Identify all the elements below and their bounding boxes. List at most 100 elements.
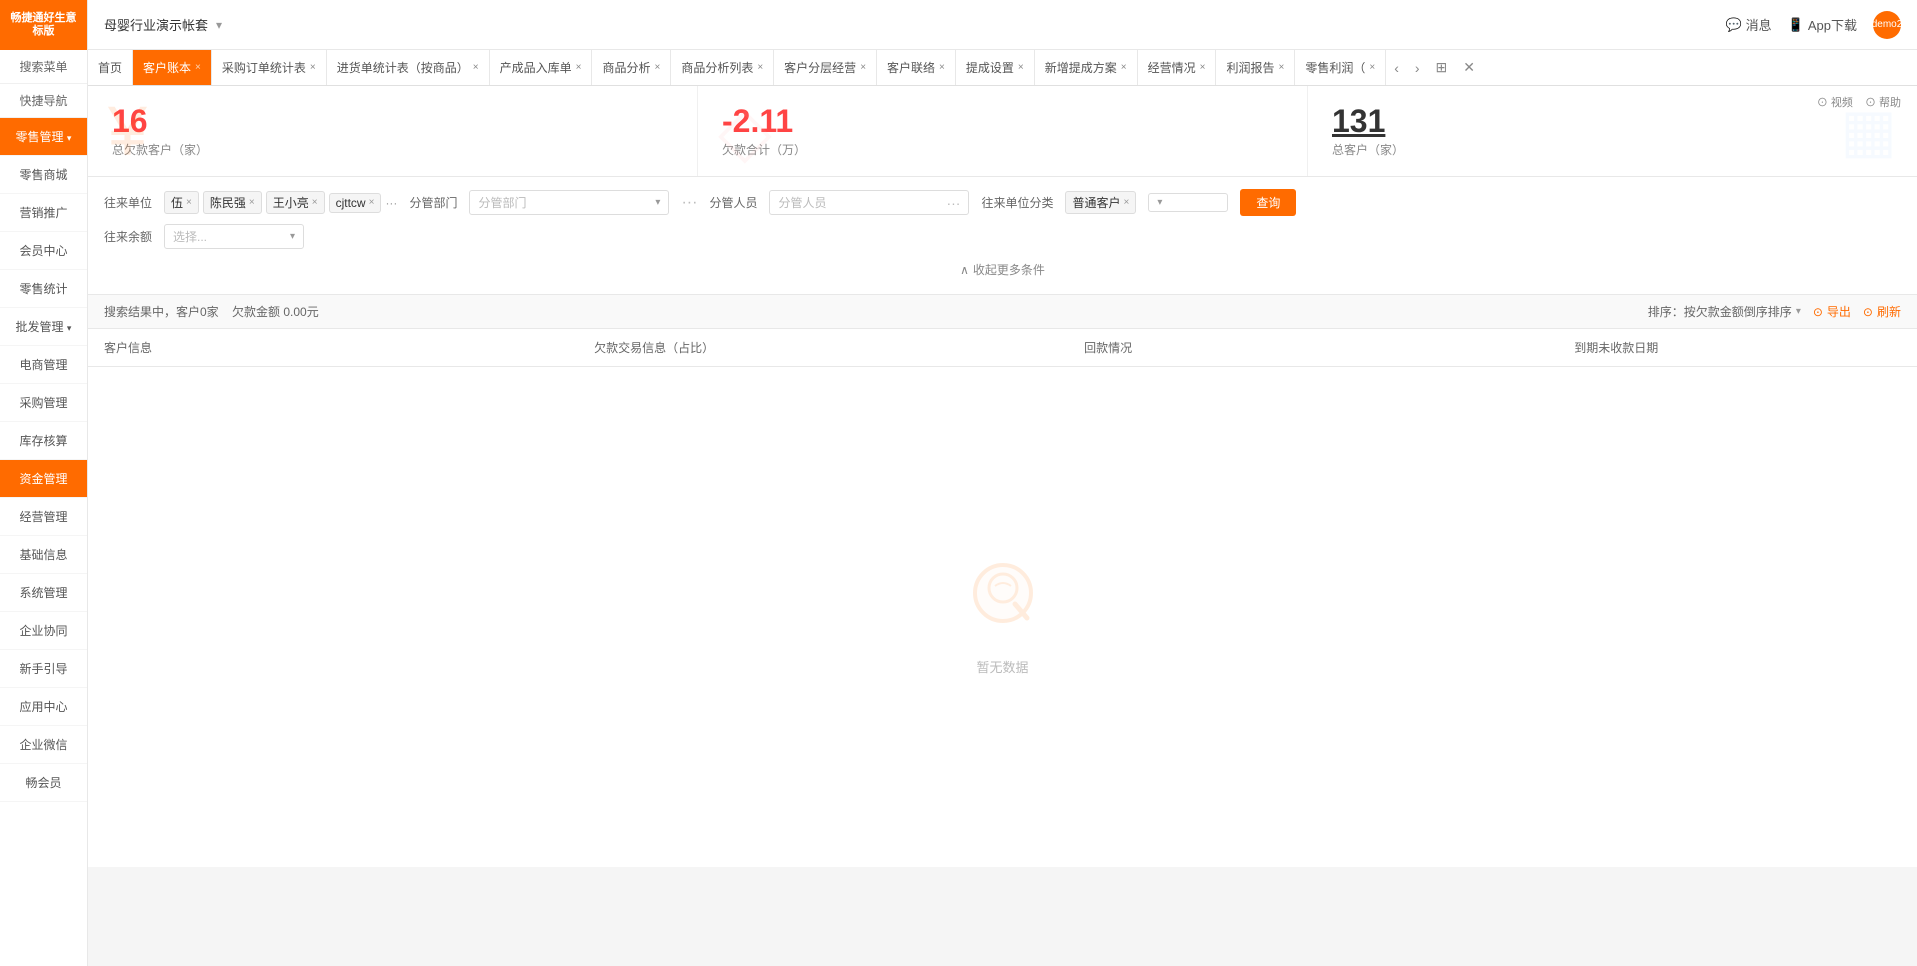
unit-type-chevron: ▾ bbox=[1157, 197, 1162, 208]
sort-btn[interactable]: 排序：按欠款金额倒序排序 ▾ bbox=[1648, 303, 1801, 320]
tab-label: 提成设置 bbox=[966, 59, 1014, 76]
tab-close-icon[interactable]: × bbox=[939, 62, 945, 73]
tag-close-normal-customer[interactable]: × bbox=[1123, 197, 1129, 208]
balance-filter-select[interactable]: 选择... ▾ bbox=[164, 224, 304, 249]
tab-profit-report[interactable]: 利润报告 × bbox=[1216, 50, 1295, 86]
unit-type-filter-tags: 普通客户 × bbox=[1065, 191, 1136, 214]
tabs-next-btn[interactable]: › bbox=[1407, 60, 1428, 76]
tabs-prev-btn[interactable]: ‹ bbox=[1386, 60, 1407, 76]
filter-row-2: 往来余额 选择... ▾ bbox=[104, 224, 1901, 249]
tag-label: cjttcw bbox=[336, 196, 366, 210]
tab-goods-analysis[interactable]: 商品分析 × bbox=[592, 50, 671, 86]
sidebar-item-inventory[interactable]: 库存核算 bbox=[0, 422, 87, 460]
sidebar-item-basic-info[interactable]: 基础信息 bbox=[0, 536, 87, 574]
sort-chevron-icon: ▾ bbox=[1796, 306, 1801, 317]
tag-close-cjttcw[interactable]: × bbox=[369, 197, 375, 208]
dept-filter-select[interactable]: 分管部门 ▾ bbox=[469, 190, 669, 215]
tab-close-icon[interactable]: × bbox=[654, 62, 660, 73]
sidebar-item-wholesale-mgmt[interactable]: 批发管理 ▾ bbox=[0, 308, 87, 346]
tab-inbound-stats[interactable]: 进货单统计表（按商品） × bbox=[327, 50, 490, 86]
tab-home[interactable]: 首页 bbox=[88, 50, 133, 86]
video-btn[interactable]: ⊙ 视频 bbox=[1817, 94, 1853, 110]
tab-label: 客户分层经营 bbox=[784, 59, 856, 76]
app-download-label: App下载 bbox=[1808, 15, 1857, 34]
tab-customer-account[interactable]: 客户账本 × bbox=[133, 50, 212, 86]
query-button[interactable]: 查询 bbox=[1240, 189, 1296, 216]
sidebar-item-purchase-mgmt[interactable]: 采购管理 bbox=[0, 384, 87, 422]
sidebar-item-retail-mgmt[interactable]: 零售管理 ▾ bbox=[0, 118, 87, 156]
app-download-icon: 📱 bbox=[1788, 17, 1804, 33]
tab-product-inbound[interactable]: 产成品入库单 × bbox=[490, 50, 593, 86]
sidebar-item-ecommerce-mgmt[interactable]: 电商管理 bbox=[0, 346, 87, 384]
table-col-repayment: 回款情况 bbox=[1084, 339, 1574, 356]
tab-close-icon[interactable]: × bbox=[1018, 62, 1024, 73]
tab-close-icon[interactable]: × bbox=[576, 62, 582, 73]
stats-row: ¥ 16 总欠款客户（家） ◇ -2.11 欠款合计（万） ▦ 131 总客户（… bbox=[88, 86, 1917, 177]
sidebar-item-ops-mgmt[interactable]: 经营管理 bbox=[0, 498, 87, 536]
store-selector-icon[interactable]: ▾ bbox=[216, 18, 222, 32]
tab-goods-analysis-list[interactable]: 商品分析列表 × bbox=[671, 50, 774, 86]
tab-close-icon[interactable]: × bbox=[1369, 62, 1375, 73]
tag-close-wangxiaoliang[interactable]: × bbox=[312, 197, 318, 208]
dept-clear-icon[interactable]: ··· bbox=[681, 194, 697, 212]
user-avatar-btn[interactable]: demo2 bbox=[1873, 11, 1901, 39]
sidebar-item-newbie-guide[interactable]: 新手引导 bbox=[0, 650, 87, 688]
filter-more-btn[interactable]: ··· bbox=[385, 196, 397, 210]
tab-new-commission-plan[interactable]: 新增提成方案 × bbox=[1035, 50, 1138, 86]
stat-card-overdue-customers: ¥ 16 总欠款客户（家） bbox=[88, 86, 698, 176]
stat-bg-icon-yen: ¥ bbox=[108, 91, 147, 171]
tab-close-icon[interactable]: × bbox=[473, 62, 479, 73]
tab-retail-profit[interactable]: 零售利润（ × bbox=[1295, 50, 1386, 86]
refresh-btn[interactable]: ⊙ 刷新 bbox=[1863, 303, 1901, 320]
sidebar-item-member-center[interactable]: 会员中心 bbox=[0, 232, 87, 270]
export-btn[interactable]: ⊙ 导出 bbox=[1813, 303, 1851, 320]
sidebar-item-search-menu[interactable]: 搜索菜单 bbox=[0, 50, 87, 84]
sidebar-item-sys-mgmt[interactable]: 系统管理 bbox=[0, 574, 87, 612]
tab-close-icon[interactable]: × bbox=[757, 62, 763, 73]
sidebar-item-finance-mgmt[interactable]: 资金管理 bbox=[0, 460, 87, 498]
sidebar-item-app-center[interactable]: 应用中心 bbox=[0, 688, 87, 726]
results-actions: 排序：按欠款金额倒序排序 ▾ ⊙ 导出 ⊙ 刷新 bbox=[1648, 303, 1901, 320]
tabs-bar: 首页 客户账本 × 采购订单统计表 × 进货单统计表（按商品） × 产成品入库单… bbox=[88, 50, 1917, 86]
sidebar-item-quick-nav[interactable]: 快捷导航 bbox=[0, 84, 87, 118]
tab-purchase-order[interactable]: 采购订单统计表 × bbox=[212, 50, 327, 86]
collapse-filter-btn[interactable]: ∧ 收起更多条件 bbox=[104, 257, 1901, 282]
tab-customer-tier[interactable]: 客户分层经营 × bbox=[774, 50, 877, 86]
tab-close-icon[interactable]: × bbox=[1278, 62, 1284, 73]
sidebar-item-retail-shop[interactable]: 零售商城 bbox=[0, 156, 87, 194]
tab-close-icon[interactable]: × bbox=[1200, 62, 1206, 73]
sidebar-item-chang-member[interactable]: 畅会员 bbox=[0, 764, 87, 802]
tab-close-icon[interactable]: × bbox=[1121, 62, 1127, 73]
filter-tag-wu: 伍 × bbox=[164, 191, 199, 214]
sidebar-item-enterprise-collab[interactable]: 企业协同 bbox=[0, 612, 87, 650]
tag-close-chenminqiang[interactable]: × bbox=[249, 197, 255, 208]
table-body: 暂无数据 bbox=[88, 367, 1917, 867]
filter-tag-cjttcw: cjttcw × bbox=[329, 193, 382, 213]
stat-value-overdue-customers: 16 bbox=[112, 105, 673, 137]
app-download-btn[interactable]: 📱 App下载 bbox=[1788, 15, 1857, 34]
tab-close-icon[interactable]: × bbox=[195, 62, 201, 73]
person-filter-select[interactable]: 分管人员 ··· bbox=[769, 190, 969, 215]
refresh-label: 刷新 bbox=[1877, 303, 1901, 320]
tab-operations[interactable]: 经营情况 × bbox=[1138, 50, 1217, 86]
tabs-close-all-btn[interactable]: ✕ bbox=[1455, 59, 1483, 76]
tag-label: 王小亮 bbox=[273, 194, 309, 211]
tab-label: 商品分析 bbox=[602, 59, 650, 76]
tab-label: 首页 bbox=[98, 59, 122, 76]
sidebar-item-marketing[interactable]: 营销推广 bbox=[0, 194, 87, 232]
person-clear-icon[interactable]: ··· bbox=[946, 195, 960, 211]
help-btn[interactable]: ⊙ 帮助 bbox=[1865, 94, 1901, 110]
tab-close-icon[interactable]: × bbox=[860, 62, 866, 73]
tag-label: 普通客户 bbox=[1072, 194, 1120, 211]
unit-type-dropdown[interactable]: ▾ bbox=[1148, 193, 1228, 212]
tag-close-wu[interactable]: × bbox=[186, 197, 192, 208]
filter-tag-normal-customer: 普通客户 × bbox=[1065, 191, 1136, 214]
tab-close-icon[interactable]: × bbox=[310, 62, 316, 73]
sidebar-item-wechat-enterprise[interactable]: 企业微信 bbox=[0, 726, 87, 764]
messages-btn[interactable]: 💬 消息 bbox=[1725, 15, 1771, 34]
sidebar-item-retail-stats[interactable]: 零售统计 bbox=[0, 270, 87, 308]
tab-commission-settings[interactable]: 提成设置 × bbox=[956, 50, 1035, 86]
sidebar-item-label: 批发管理 bbox=[16, 320, 64, 334]
tabs-menu-btn[interactable]: ⊞ bbox=[1428, 59, 1456, 76]
tab-customer-contact[interactable]: 客户联络 × bbox=[877, 50, 956, 86]
